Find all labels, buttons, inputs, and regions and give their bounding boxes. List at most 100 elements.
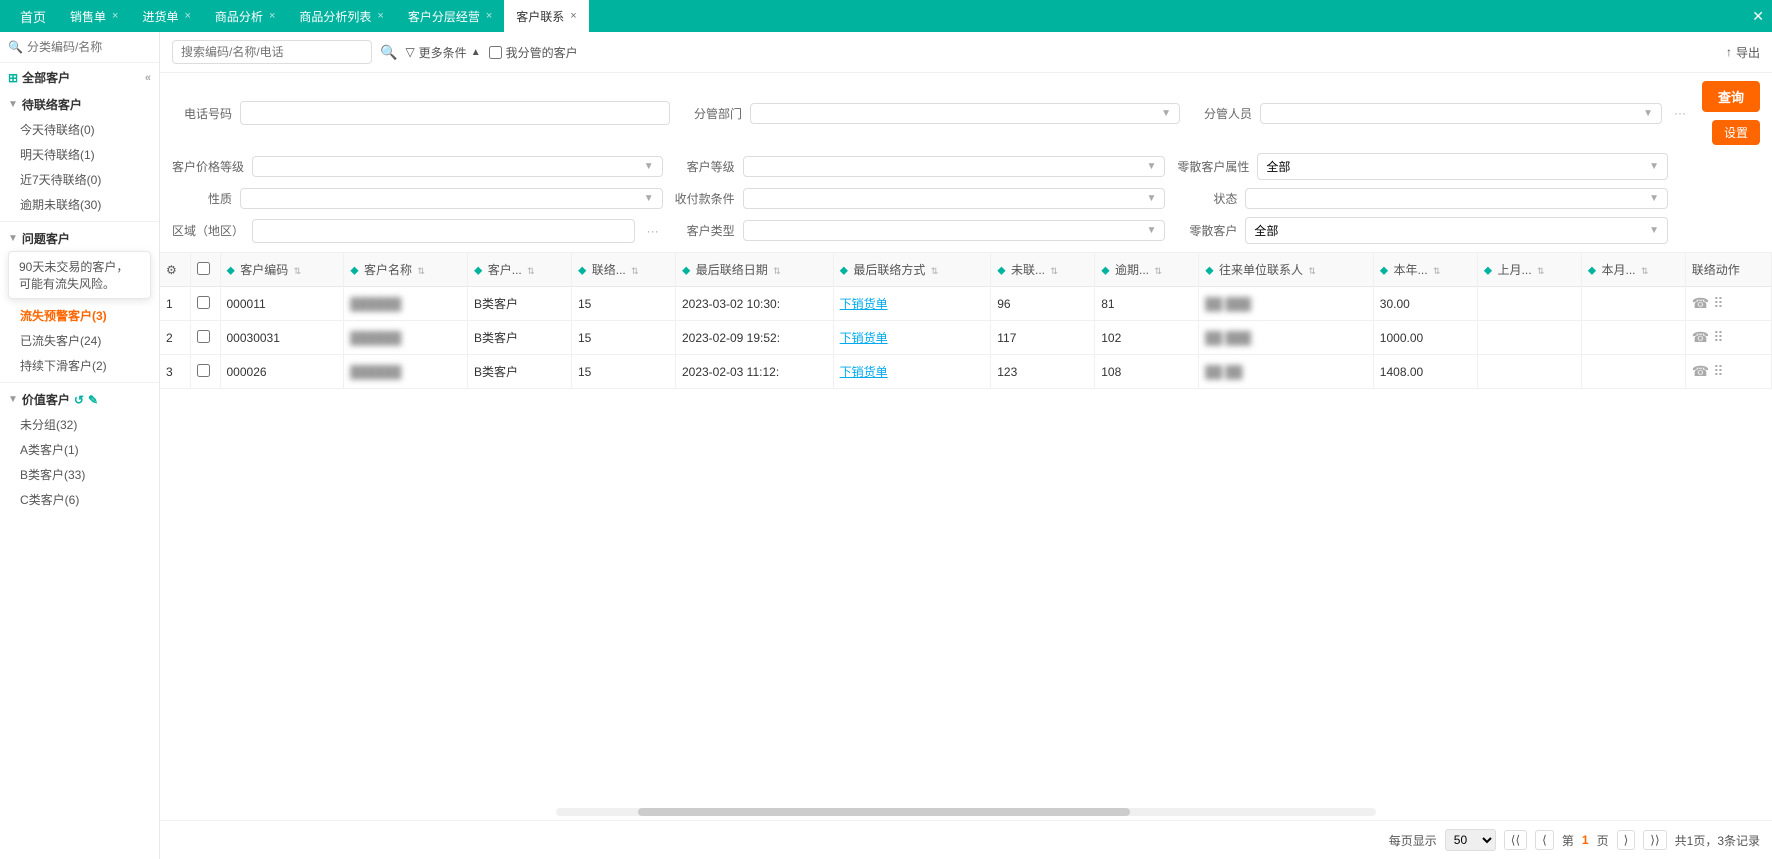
sort-thismonth-icon[interactable]: ⇅ <box>1641 266 1649 276</box>
row3-action-2-icon[interactable]: ⠿ <box>1713 363 1723 380</box>
filter-dept: 分管部门 ▼ <box>682 103 1180 124</box>
sidebar-item-churned[interactable]: 已流失客户(24) <box>0 328 159 353</box>
page-size-select[interactable]: 50 100 <box>1445 829 1496 851</box>
sidebar-item-today[interactable]: 今天待联络(0) <box>0 117 159 142</box>
prev-page-button[interactable]: ⟨ <box>1535 830 1554 850</box>
price-level-select[interactable]: ▼ <box>252 156 663 177</box>
close-tab-2-icon[interactable]: × <box>269 10 275 22</box>
more-conditions-button[interactable]: ▽ 更多条件 ▲ <box>405 44 480 61</box>
customer-level-select[interactable]: ▼ <box>743 156 1166 177</box>
row1-action-1-icon[interactable]: ☎ <box>1692 295 1709 312</box>
last-page-button[interactable]: ⟩⟩ <box>1643 830 1666 850</box>
nav-tab-2[interactable]: 商品分析 × <box>203 0 287 32</box>
close-tab-4-icon[interactable]: × <box>486 10 492 22</box>
row1-method-link[interactable]: 下销货单 <box>840 297 888 311</box>
sidebar-item-ungrouped[interactable]: 未分组(32) <box>0 412 159 437</box>
scattered-attr-select[interactable]: 全部 ▼ <box>1257 153 1668 180</box>
row2-method-link[interactable]: 下销货单 <box>840 331 888 345</box>
sort-code-icon[interactable]: ⇅ <box>294 266 302 276</box>
my-customers-checkbox[interactable] <box>489 46 502 59</box>
sort-name-icon[interactable]: ⇅ <box>417 266 425 276</box>
row3-method[interactable]: 下销货单 <box>833 355 991 389</box>
sort-date-icon[interactable]: ⇅ <box>773 266 781 276</box>
sidebar-item-7days[interactable]: 近7天待联络(0) <box>0 167 159 192</box>
grid-icon: ⊞ <box>8 71 18 85</box>
row1-action-2-icon[interactable]: ⠿ <box>1713 295 1723 312</box>
first-page-button[interactable]: ⟨⟨ <box>1504 830 1527 850</box>
phone-input[interactable] <box>240 101 670 125</box>
edit-icon[interactable]: ✎ <box>88 393 98 407</box>
settings-col-header[interactable]: ⚙ <box>160 253 190 287</box>
scrollbar-track[interactable] <box>556 808 1376 816</box>
refresh-icon[interactable]: ↺ <box>74 393 84 407</box>
window-close-button[interactable]: ✕ <box>1752 8 1764 25</box>
sort-type-icon[interactable]: ⇅ <box>527 266 535 276</box>
nav-tab-1[interactable]: 进货单 × <box>130 0 202 32</box>
region-input[interactable] <box>252 219 635 243</box>
sidebar-item-classA[interactable]: A类客户(1) <box>0 437 159 462</box>
sidebar-item-overdue[interactable]: 逾期未联络(30) <box>0 192 159 217</box>
payment-select[interactable]: ▼ <box>743 188 1166 209</box>
status-select[interactable]: ▼ <box>1245 188 1668 209</box>
sort-uncontact-icon[interactable]: ⇅ <box>1050 266 1058 276</box>
next-page-button[interactable]: ⟩ <box>1617 830 1636 850</box>
horizontal-scrollbar[interactable] <box>160 804 1772 820</box>
sidebar-group-value[interactable]: ▼ 价值客户 ↺ ✎ <box>0 387 159 412</box>
scrollbar-thumb[interactable] <box>638 808 1130 816</box>
sidebar-group-problem[interactable]: ▼ 问题客户 <box>0 226 159 251</box>
row3-select[interactable] <box>197 364 210 377</box>
query-button[interactable]: 查询 <box>1702 81 1760 112</box>
nature-select[interactable]: ▼ <box>240 188 663 209</box>
search-button[interactable]: 🔍 <box>380 44 397 61</box>
checkbox-col-header[interactable] <box>190 253 220 287</box>
sort-year-icon[interactable]: ⇅ <box>1433 266 1441 276</box>
sort-contact-icon[interactable]: ⇅ <box>631 266 639 276</box>
row1-select[interactable] <box>197 296 210 309</box>
close-tab-3-icon[interactable]: × <box>377 10 383 22</box>
customer-type-select[interactable]: ▼ <box>743 220 1166 241</box>
sort-person-icon[interactable]: ⇅ <box>1308 266 1316 276</box>
my-customers-checkbox-label[interactable]: 我分管的客户 <box>489 44 578 61</box>
sidebar-item-classB[interactable]: B类客户(33) <box>0 462 159 487</box>
close-tab-5-icon[interactable]: × <box>570 10 576 22</box>
sidebar-item-tomorrow[interactable]: 明天待联络(1) <box>0 142 159 167</box>
row2-select[interactable] <box>197 330 210 343</box>
row3-action-1-icon[interactable]: ☎ <box>1692 363 1709 380</box>
row3-checkbox[interactable] <box>190 355 220 389</box>
settings-button[interactable]: 设置 <box>1712 120 1760 145</box>
row2-checkbox[interactable] <box>190 321 220 355</box>
nav-tab-5[interactable]: 客户联系 × <box>504 0 588 32</box>
sidebar-item-declining[interactable]: 持续下滑客户(2) <box>0 353 159 378</box>
close-tab-0-icon[interactable]: × <box>112 10 118 22</box>
sidebar-search-input[interactable] <box>27 40 160 54</box>
row1-checkbox[interactable] <box>190 287 220 321</box>
nav-tab-4[interactable]: 客户分层经营 × <box>396 0 504 32</box>
sort-method-icon[interactable]: ⇅ <box>931 266 939 276</box>
row3-method-link[interactable]: 下销货单 <box>840 365 888 379</box>
row1-method[interactable]: 下销货单 <box>833 287 991 321</box>
sidebar-item-churn-warning[interactable]: 流失预警客户(3) <box>0 303 159 328</box>
sort-lastmonth-icon[interactable]: ⇅ <box>1537 266 1545 276</box>
region-dots[interactable]: ··· <box>643 224 663 238</box>
dept-select[interactable]: ▼ <box>750 103 1180 124</box>
sidebar-all-customers[interactable]: ⊞ 全部客户 « <box>0 63 159 92</box>
nav-tab-0[interactable]: 销售单 × <box>58 0 130 32</box>
row2-action-1-icon[interactable]: ☎ <box>1692 329 1709 346</box>
export-button[interactable]: ↑ 导出 <box>1726 44 1760 61</box>
sidebar-group-pending[interactable]: ▼ 待联络客户 <box>0 92 159 117</box>
manager-dots[interactable]: ··· <box>1670 106 1690 120</box>
table-settings-icon[interactable]: ⚙ <box>166 263 177 277</box>
manager-select[interactable]: ▼ <box>1260 103 1662 124</box>
row2-action-2-icon[interactable]: ⠿ <box>1713 329 1723 346</box>
sort-overdue-icon[interactable]: ⇅ <box>1154 266 1162 276</box>
select-all-checkbox[interactable] <box>197 262 210 275</box>
close-tab-1-icon[interactable]: × <box>184 10 190 22</box>
scattered-customer-select[interactable]: 全部 ▼ <box>1245 217 1668 244</box>
sidebar-item-classC[interactable]: C类客户(6) <box>0 487 159 512</box>
collapse-icon[interactable]: « <box>145 72 151 84</box>
th-type: ⬥ 客户... ⇅ <box>468 253 572 287</box>
search-input[interactable] <box>172 40 372 64</box>
nav-tab-3[interactable]: 商品分析列表 × <box>287 0 395 32</box>
nav-home[interactable]: 首页 <box>8 0 58 32</box>
row2-method[interactable]: 下销货单 <box>833 321 991 355</box>
